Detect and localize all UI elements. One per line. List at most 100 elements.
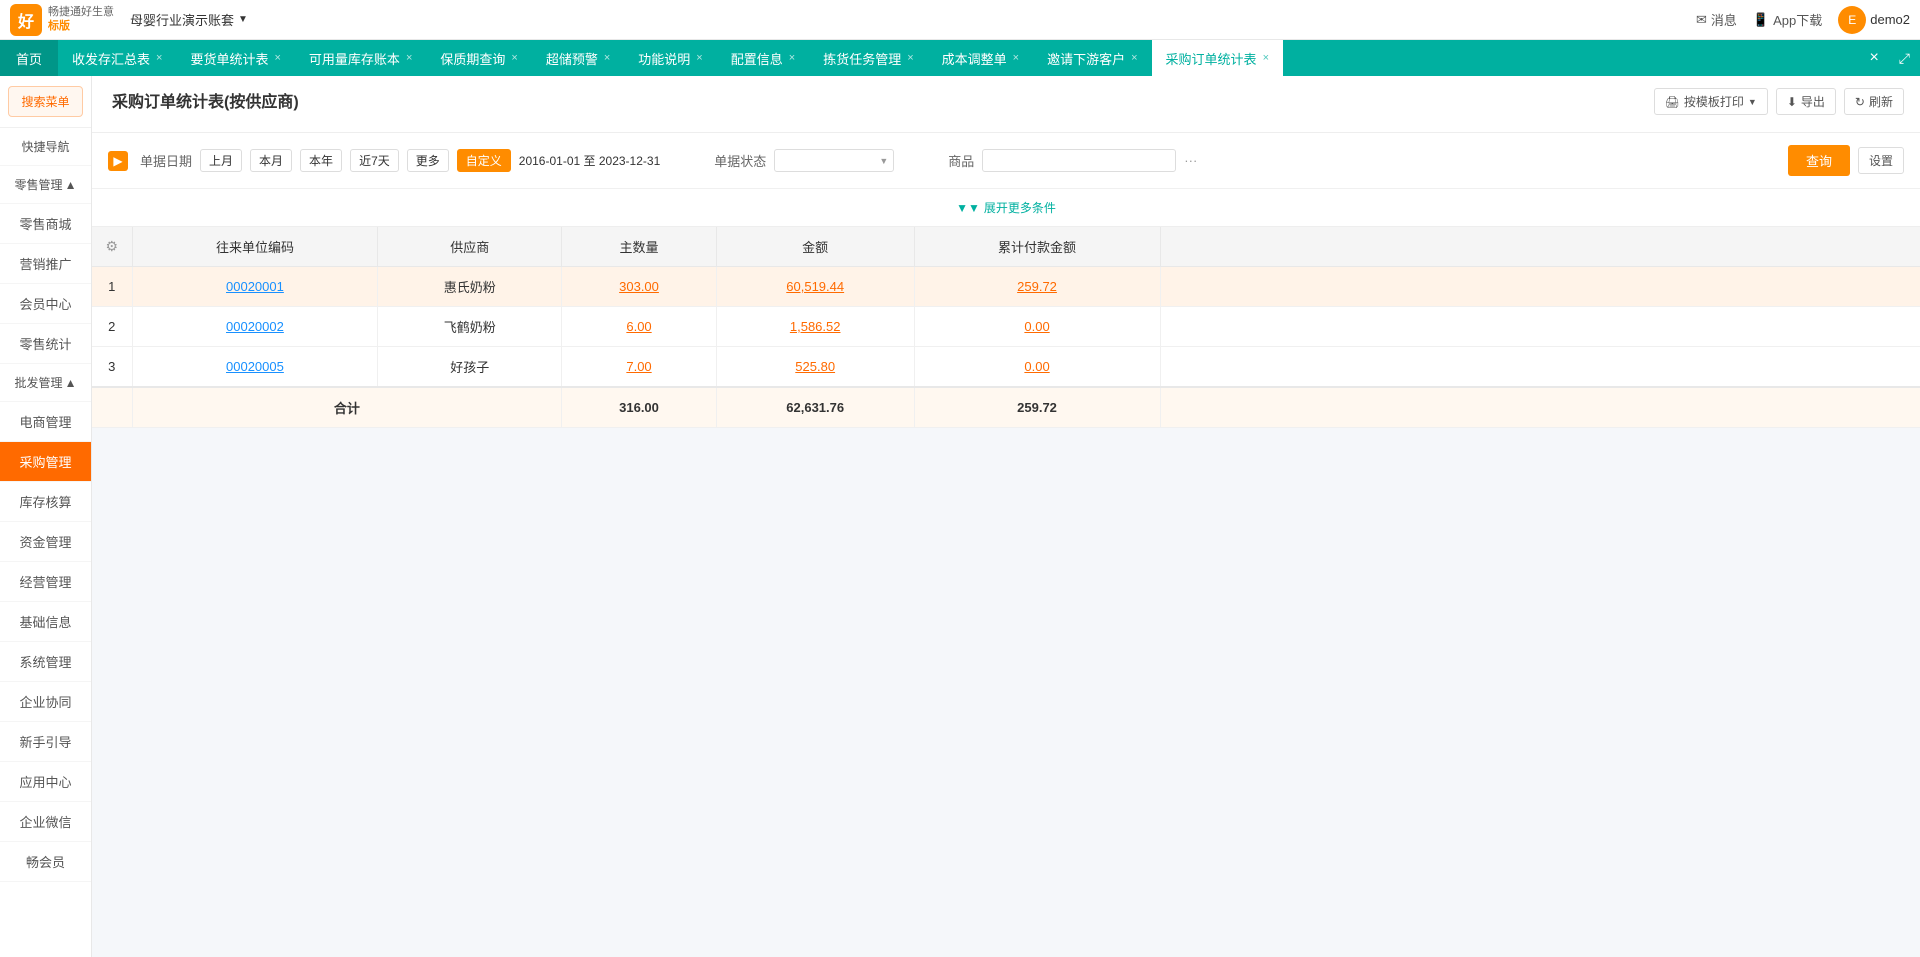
nav-tabs-end: × ⤢ (1859, 40, 1920, 76)
nav-tab-cost-adjust[interactable]: 成本调整单 × (928, 40, 1033, 76)
nav-tab-overstock[interactable]: 超储预警 × (532, 40, 624, 76)
query-button[interactable]: 查询 (1788, 145, 1850, 176)
filter-toggle-button[interactable]: ▶ (108, 151, 128, 171)
sidebar-item-enterprise-wechat[interactable]: 企业微信 (0, 802, 91, 842)
close-tab-cost-adjust[interactable]: × (1013, 52, 1019, 64)
sidebar-item-enterprise-collab[interactable]: 企业协同 (0, 682, 91, 722)
cell-extra (1160, 267, 1920, 307)
th-supplier: 供应商 (378, 227, 562, 267)
nav-tab-pick-task[interactable]: 拣货任务管理 × (809, 40, 927, 76)
main-qty-link[interactable]: 303.00 (619, 279, 659, 294)
page-header: 采购订单统计表(按供应商) 🖨 按模板打印 ▼ ⬇ 导出 ↻ 刷新 (92, 76, 1920, 133)
sidebar-item-finance[interactable]: 资金管理 (0, 522, 91, 562)
settings-button[interactable]: 设置 (1858, 147, 1904, 174)
export-button[interactable]: ⬇ 导出 (1776, 88, 1836, 115)
paid-amount-link[interactable]: 0.00 (1024, 319, 1049, 334)
goods-input[interactable] (982, 149, 1176, 172)
main-qty-link[interactable]: 7.00 (626, 359, 651, 374)
gear-icon[interactable]: ⚙ (105, 238, 118, 254)
cell-paid-amount: 259.72 (914, 267, 1160, 307)
status-select[interactable] (774, 149, 894, 172)
date-this-month-button[interactable]: 本月 (250, 149, 292, 172)
user-profile[interactable]: E demo2 (1838, 6, 1910, 34)
cell-unit-code: 00020001 (132, 267, 378, 307)
message-button[interactable]: ✉ 消息 (1696, 10, 1737, 29)
footer-amount: 62,631.76 (716, 387, 914, 428)
th-amount: 金额 (716, 227, 914, 267)
cell-extra (1160, 347, 1920, 388)
print-button[interactable]: 🖨 按模板打印 ▼ (1654, 88, 1768, 115)
date-last-7-days-button[interactable]: 近7天 (350, 149, 399, 172)
nav-tab-collect-pay[interactable]: 收发存汇总表 × (58, 40, 176, 76)
print-dropdown-icon: ▼ (1748, 97, 1757, 107)
unit-code-link[interactable]: 00020002 (226, 319, 284, 334)
sidebar-item-basic-info[interactable]: 基础信息 (0, 602, 91, 642)
close-tab-func-desc[interactable]: × (696, 52, 702, 64)
cell-supplier: 飞鹤奶粉 (378, 307, 562, 347)
close-tab-warranty[interactable]: × (511, 52, 517, 64)
close-tab-overstock[interactable]: × (604, 52, 610, 64)
sidebar-item-ecommerce[interactable]: 电商管理 (0, 402, 91, 442)
app-logo-text: 畅捷通好生意 标版 (48, 6, 114, 32)
page-title: 采购订单统计表(按供应商) (112, 88, 1900, 112)
sidebar-item-retail-store[interactable]: 零售商城 (0, 204, 91, 244)
sidebar-item-retail-mgmt[interactable]: 零售管理 ▲ (0, 166, 91, 204)
amount-link[interactable]: 1,586.52 (790, 319, 841, 334)
nav-tab-func-desc[interactable]: 功能说明 × (624, 40, 716, 76)
close-tab-collect-pay[interactable]: × (156, 52, 162, 64)
paid-amount-link[interactable]: 0.00 (1024, 359, 1049, 374)
paid-amount-link[interactable]: 259.72 (1017, 279, 1057, 294)
goods-more-icon[interactable]: ··· (1184, 153, 1197, 168)
close-tab-config-info[interactable]: × (789, 52, 795, 64)
close-all-tabs-button[interactable]: × (1859, 40, 1888, 76)
close-tab-pick-task[interactable]: × (907, 52, 913, 64)
amount-link[interactable]: 60,519.44 (786, 279, 844, 294)
sidebar-item-sys-mgmt[interactable]: 系统管理 (0, 642, 91, 682)
expand-more-filters-button[interactable]: ▼▼ 展开更多条件 (944, 195, 1068, 220)
nav-tab-config-info[interactable]: 配置信息 × (717, 40, 809, 76)
sidebar-item-app-center[interactable]: 应用中心 (0, 762, 91, 802)
sidebar-item-retail-stats[interactable]: 零售统计 (0, 324, 91, 364)
sidebar-item-quick-nav[interactable]: 快捷导航 (0, 128, 91, 166)
date-this-year-button[interactable]: 本年 (300, 149, 342, 172)
expand-icon: ▼▼ (956, 201, 980, 215)
sidebar-item-wholesale-mgmt[interactable]: 批发管理 ▲ (0, 364, 91, 402)
sidebar-item-marketing[interactable]: 营销推广 (0, 244, 91, 284)
unit-code-link[interactable]: 00020001 (226, 279, 284, 294)
nav-tab-available-stock[interactable]: 可用量库存账本 × (295, 40, 426, 76)
workspace-selector[interactable]: 母婴行业演示账套 ▼ (122, 6, 256, 33)
app-download-button[interactable]: 📱 App下载 (1753, 10, 1822, 29)
nav-tab-purchase-summary[interactable]: 采购订单统计表 × (1152, 40, 1283, 76)
table-footer-row: 合计 316.00 62,631.76 259.72 (92, 387, 1920, 428)
sidebar-item-ops-mgmt[interactable]: 经营管理 (0, 562, 91, 602)
amount-link[interactable]: 525.80 (795, 359, 835, 374)
date-custom-button[interactable]: 自定义 (457, 149, 511, 172)
search-menu-button[interactable]: 搜索菜单 (8, 86, 83, 117)
date-more-button[interactable]: 更多 (407, 149, 449, 172)
main-qty-link[interactable]: 6.00 (626, 319, 651, 334)
close-tab-available-stock[interactable]: × (406, 52, 412, 64)
footer-empty-1 (92, 387, 132, 428)
table-row: 3 00020005 好孩子 7.00 525.80 0.00 (92, 347, 1920, 388)
sidebar-item-purchase-mgmt[interactable]: 采购管理 (0, 442, 91, 482)
date-last-month-button[interactable]: 上月 (200, 149, 242, 172)
sidebar-item-new-guide[interactable]: 新手引导 (0, 722, 91, 762)
sidebar-item-vip-member[interactable]: 畅会员 (0, 842, 91, 882)
nav-tab-invite-downstream[interactable]: 邀请下游客户 × (1033, 40, 1151, 76)
nav-tab-home[interactable]: 首页 (0, 40, 58, 76)
unit-code-link[interactable]: 00020005 (226, 359, 284, 374)
nav-tab-warranty[interactable]: 保质期查询 × (426, 40, 531, 76)
data-table: ⚙ 往来单位编码 供应商 主数量 金额 累计付款金额 1 00020001 惠氏… (92, 227, 1920, 428)
sidebar-item-member-center[interactable]: 会员中心 (0, 284, 91, 324)
close-tab-purchase-summary[interactable]: × (1263, 52, 1269, 64)
chevron-icon: ▲ (65, 178, 77, 192)
close-tab-invite-downstream[interactable]: × (1131, 52, 1137, 64)
nav-tab-goods-summary[interactable]: 要货单统计表 × (176, 40, 294, 76)
chevron-down-icon: ▼ (238, 14, 248, 25)
sidebar-item-inventory[interactable]: 库存核算 (0, 482, 91, 522)
close-tab-goods-summary[interactable]: × (274, 52, 280, 64)
refresh-button[interactable]: ↻ 刷新 (1844, 88, 1904, 115)
date-filter-group: 单据日期 上月 本月 本年 近7天 更多 自定义 2016-01-01 至 20… (140, 149, 660, 172)
expand-tabs-button[interactable]: ⤢ (1889, 40, 1920, 76)
status-filter-group: 单据状态 (714, 149, 894, 172)
